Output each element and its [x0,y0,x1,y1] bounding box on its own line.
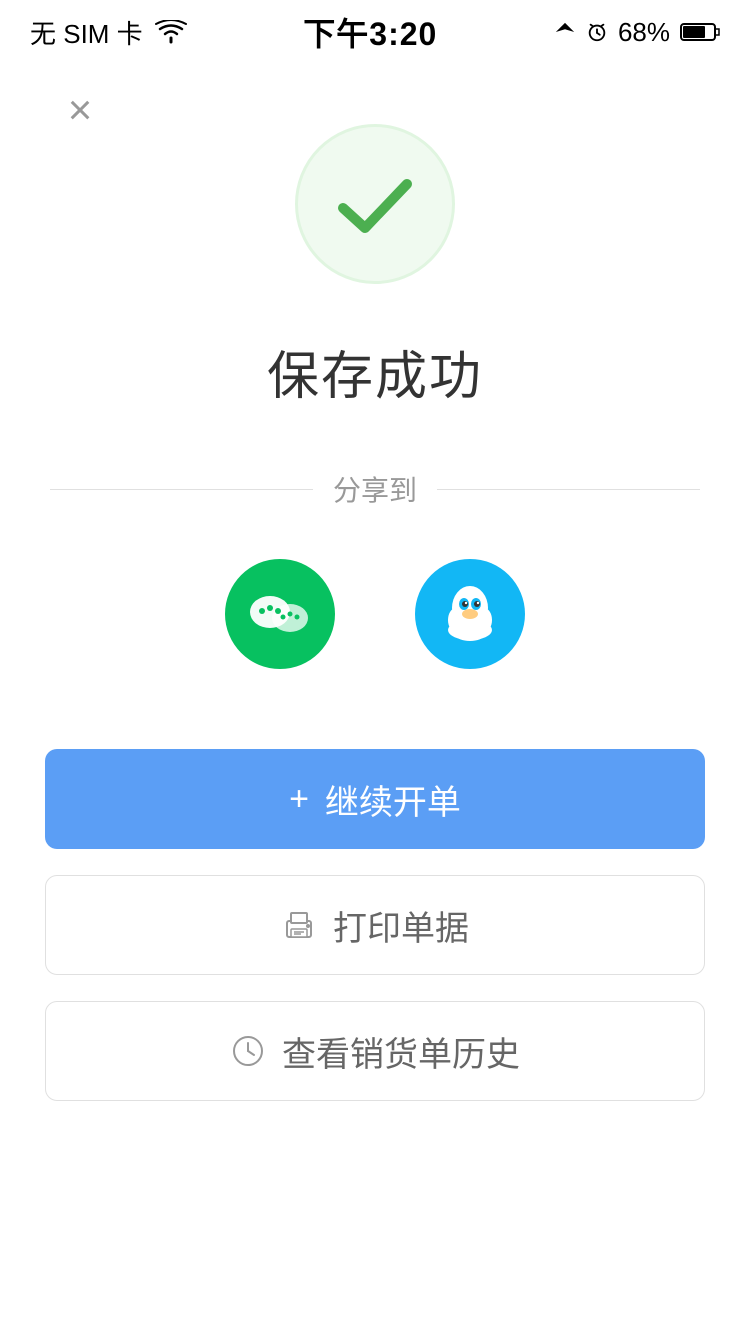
history-label: 查看销货单历史 [282,1027,520,1076]
print-label: 打印单据 [333,901,469,950]
qq-share-button[interactable] [415,559,525,669]
clock-icon [230,1033,266,1069]
status-right: 68% [554,17,720,48]
status-time: 下午3:20 [303,9,437,55]
print-button[interactable]: 打印单据 [45,875,705,975]
battery-icon [680,21,720,43]
status-left: 无 SIM 卡 [30,14,187,51]
wifi-icon [155,20,187,44]
battery-text: 68% [618,17,670,48]
share-icons-row [225,559,525,669]
close-button[interactable]: × [50,80,110,140]
wechat-share-button[interactable] [225,559,335,669]
printer-icon [281,907,317,943]
location-icon [554,21,576,43]
share-divider: 分享到 [50,469,700,509]
success-icon-circle [295,124,455,284]
close-icon: × [68,89,93,131]
wechat-icon [246,584,314,644]
checkmark-icon [335,172,415,236]
no-sim-text: 无 SIM 卡 [30,14,143,51]
share-label: 分享到 [333,469,417,509]
qq-icon [438,578,502,650]
success-title: 保存成功 [267,334,483,409]
divider-line-right [437,489,700,490]
alarm-icon [586,21,608,43]
history-button[interactable]: 查看销货单历史 [45,1001,705,1101]
main-content: 保存成功 分享到 [0,64,750,1101]
action-buttons: + 继续开单 打印单据 查看销货单历史 [45,749,705,1101]
plus-icon: + [289,780,309,819]
continue-label: 继续开单 [325,775,461,824]
continue-button[interactable]: + 继续开单 [45,749,705,849]
divider-line-left [50,489,313,490]
status-bar: 无 SIM 卡 下午3:20 68% [0,0,750,64]
